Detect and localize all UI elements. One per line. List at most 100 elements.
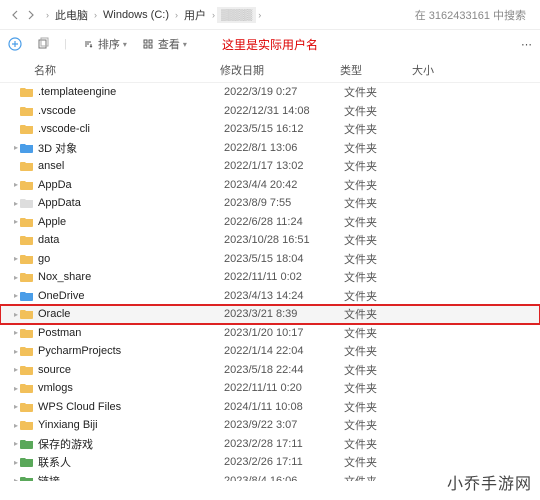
chevron-down-icon: ▾ [183,40,187,49]
expand-icon[interactable]: ▸ [12,347,20,356]
file-list: .templateengine 2022/3/19 0:27 文件夹 .vsco… [0,83,540,481]
table-row[interactable]: ▸ 3D 对象 2022/8/1 13:06 文件夹 [0,139,540,158]
search-box[interactable]: 在 3162433161 中搜索 [409,5,532,25]
header-date[interactable]: 修改日期 [220,62,340,78]
annotation-label: 这里是实际用户名 [222,36,318,53]
item-date: 2022/1/17 13:02 [224,160,344,172]
plus-icon [8,37,22,51]
item-type: 文件夹 [344,121,416,137]
expand-icon[interactable]: ▸ [12,365,20,374]
expand-icon[interactable]: ▸ [12,143,20,152]
item-type: 文件夹 [344,436,416,452]
sort-label: 排序 [98,36,120,52]
copy-icon [36,37,50,51]
table-row[interactable]: ▸ Postman 2023/1/20 10:17 文件夹 [0,324,540,343]
table-row[interactable]: .vscode 2022/12/31 14:08 文件夹 [0,102,540,121]
table-row[interactable]: ▸ go 2023/5/15 18:04 文件夹 [0,250,540,269]
item-name: data [38,234,224,246]
folder-icon [20,215,34,229]
chevron-icon: › [46,10,49,20]
folder-icon [20,233,34,247]
breadcrumb[interactable]: › 此电脑 › Windows (C:) › 用户 › ▒▒▒▒ › [46,5,409,25]
expand-icon[interactable]: ▸ [12,476,20,481]
item-name: vmlogs [38,382,224,394]
expand-icon[interactable]: ▸ [12,273,20,282]
item-date: 2023/2/28 17:11 [224,438,344,450]
expand-icon[interactable]: ▸ [12,180,20,189]
crumb-drive[interactable]: Windows (C:) [99,7,173,23]
table-row[interactable]: data 2023/10/28 16:51 文件夹 [0,231,540,250]
table-row[interactable]: ▸ Apple 2022/6/28 11:24 文件夹 [0,213,540,232]
chevron-icon: › [94,10,97,20]
folder-icon [20,307,34,321]
item-name: 保存的游戏 [38,436,224,452]
expand-icon[interactable]: ▸ [12,199,20,208]
header-type[interactable]: 类型 [340,62,412,78]
item-name: .vscode [38,105,224,117]
item-date: 2023/9/22 3:07 [224,419,344,431]
item-date: 2022/6/28 11:24 [224,216,344,228]
table-row[interactable]: ▸ 联系人 2023/2/26 17:11 文件夹 [0,453,540,472]
expand-icon[interactable]: ▸ [12,328,20,337]
item-date: 2023/4/13 14:24 [224,290,344,302]
table-row[interactable]: ▸ OneDrive 2023/4/13 14:24 文件夹 [0,287,540,306]
sort-button[interactable]: 排序 ▾ [81,36,127,52]
table-row[interactable]: .vscode-cli 2023/5/15 16:12 文件夹 [0,120,540,139]
item-type: 文件夹 [344,158,416,174]
table-row[interactable]: ▸ Yinxiang Biji 2023/9/22 3:07 文件夹 [0,416,540,435]
item-name: Oracle [38,308,224,320]
expand-icon[interactable]: ▸ [12,402,20,411]
expand-icon[interactable]: ▸ [12,310,20,319]
table-row[interactable]: ▸ 保存的游戏 2023/2/28 17:11 文件夹 [0,435,540,454]
table-row[interactable]: ▸ source 2023/5/18 22:44 文件夹 [0,361,540,380]
table-row[interactable]: ▸ AppData 2023/8/9 7:55 文件夹 [0,194,540,213]
copy-button[interactable] [36,37,50,51]
item-date: 2023/5/15 18:04 [224,253,344,265]
more-button[interactable]: ⋯ [521,38,532,51]
expand-icon[interactable]: ▸ [12,458,20,467]
folder-icon [20,455,34,469]
expand-icon[interactable]: ▸ [12,384,20,393]
item-name: AppDa [38,179,224,191]
crumb-users[interactable]: 用户 [180,5,210,25]
item-name: .vscode-cli [38,123,224,135]
table-row[interactable]: ▸ AppDa 2023/4/4 20:42 文件夹 [0,176,540,195]
item-date: 2023/3/21 8:39 [224,308,344,320]
expand-icon[interactable]: ▸ [12,439,20,448]
item-date: 2022/8/1 13:06 [224,142,344,154]
expand-icon[interactable]: ▸ [12,254,20,263]
table-row[interactable]: ▸ vmlogs 2022/11/11 0:20 文件夹 [0,379,540,398]
table-row[interactable]: ▸ Nox_share 2022/11/11 0:02 文件夹 [0,268,540,287]
expand-icon[interactable]: ▸ [12,217,20,226]
item-type: 文件夹 [344,103,416,119]
folder-icon [20,270,34,284]
forward-icon[interactable] [24,8,38,22]
chevron-down-icon: ▾ [123,40,127,49]
item-name: PycharmProjects [38,345,224,357]
item-date: 2022/1/14 22:04 [224,345,344,357]
table-row[interactable]: .templateengine 2022/3/19 0:27 文件夹 [0,83,540,102]
item-date: 2023/5/15 16:12 [224,123,344,135]
folder-icon [20,437,34,451]
table-row[interactable]: ▸ WPS Cloud Files 2024/1/11 10:08 文件夹 [0,398,540,417]
expand-icon[interactable]: ▸ [12,291,20,300]
folder-icon [20,196,34,210]
view-button[interactable]: 查看 ▾ [141,36,187,52]
item-type: 文件夹 [344,288,416,304]
table-row[interactable]: ▸ PycharmProjects 2022/1/14 22:04 文件夹 [0,342,540,361]
item-type: 文件夹 [344,214,416,230]
nav-arrows [8,8,38,22]
table-row[interactable]: ansel 2022/1/17 13:02 文件夹 [0,157,540,176]
item-type: 文件夹 [344,84,416,100]
folder-icon [20,289,34,303]
crumb-pc[interactable]: 此电脑 [51,5,92,25]
new-button[interactable] [8,37,22,51]
header-size[interactable]: 大小 [412,62,540,78]
expand-icon[interactable]: ▸ [12,421,20,430]
item-date: 2023/4/4 20:42 [224,179,344,191]
table-row[interactable]: ▸ Oracle 2023/3/21 8:39 文件夹 [0,305,540,324]
back-icon[interactable] [8,8,22,22]
header-name[interactable]: 名称 [34,62,220,78]
crumb-user[interactable]: ▒▒▒▒ [217,7,256,23]
item-date: 2022/11/11 0:02 [224,271,344,283]
